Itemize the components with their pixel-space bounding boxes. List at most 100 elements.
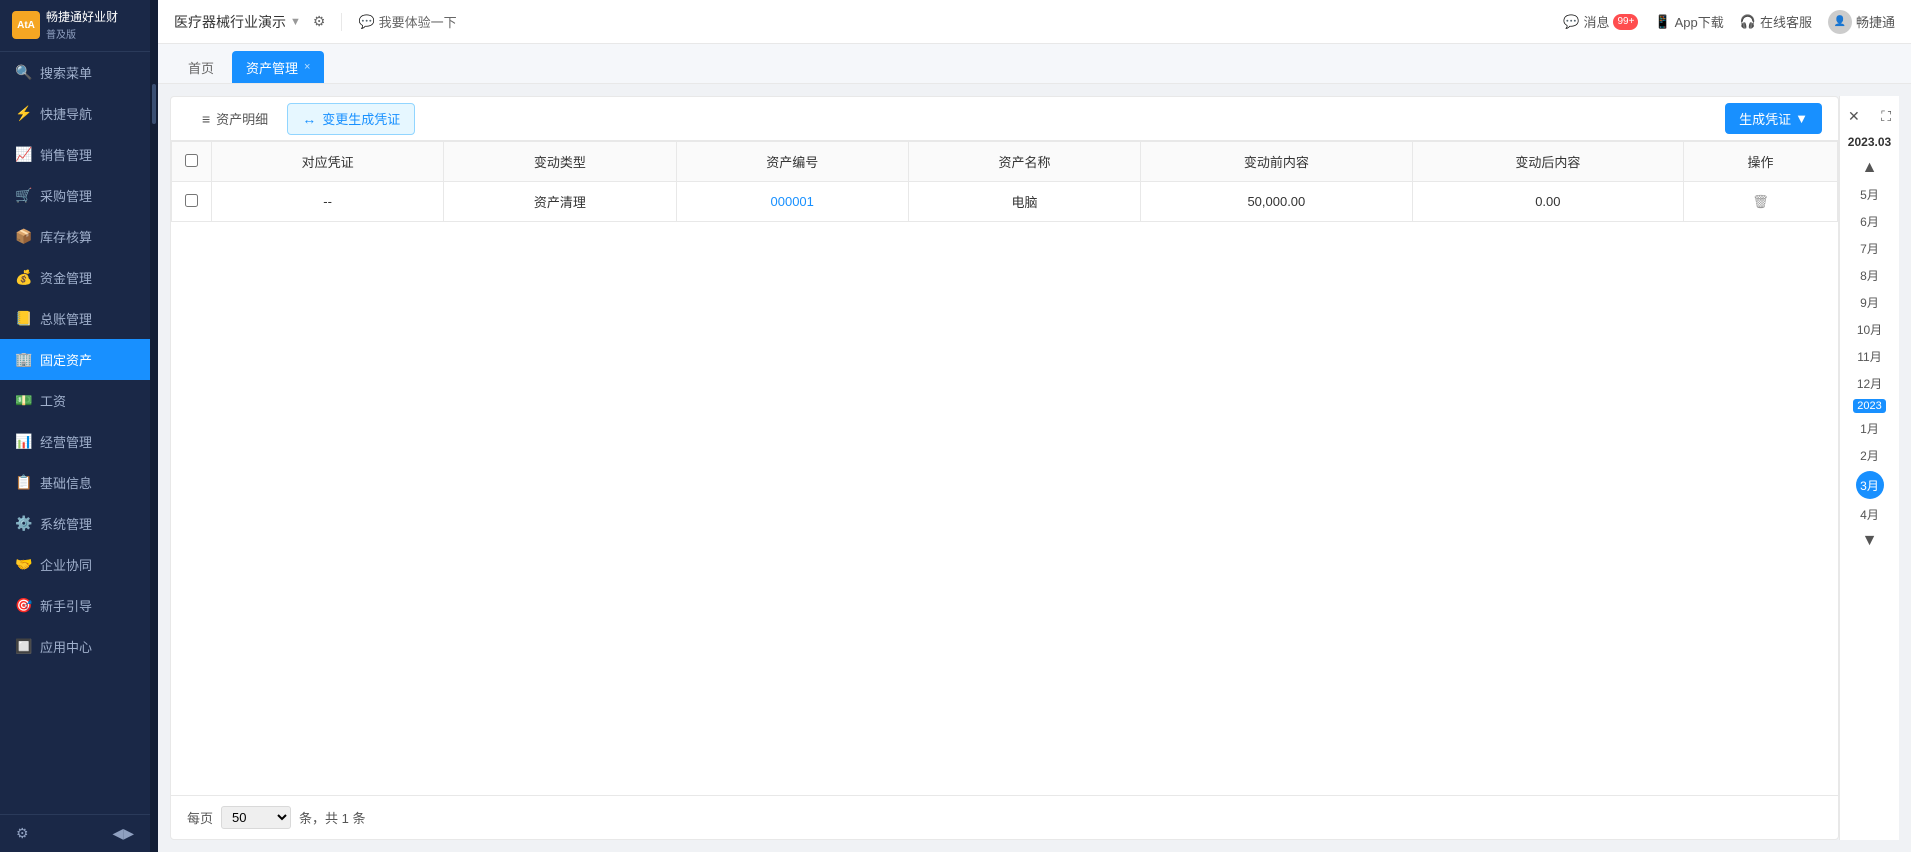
sidebar-item-inventory[interactable]: 📦 库存核算 [0,216,150,257]
sidebar-item-fixed-asset[interactable]: 🏢 固定资产 [0,339,150,380]
dropdown-icon[interactable]: ▼ [290,16,301,28]
sidebar-item-management[interactable]: 📊 经营管理 [0,421,150,462]
home-tab-label: 首页 [188,58,214,77]
subtab-change-voucher[interactable]: ↔ 变更生成凭证 [287,103,415,135]
guide-icon: 🎯 [16,597,32,613]
sidebar-item-label: 采购管理 [40,186,92,205]
panel-month-12[interactable]: 12月 [1840,370,1899,397]
messages-badge: 99+ [1613,14,1638,30]
sidebar-item-quick-nav[interactable]: ⚡ 快捷导航 [0,93,150,134]
company-name: 医疗器械行业演示 ▼ [174,12,301,32]
col-asset-name: 资产名称 [908,142,1140,182]
panel-month-10[interactable]: 10月 [1840,316,1899,343]
panel-controls: ✕ ⛶ [1840,104,1899,129]
topbar-right: 💬 消息 99+ 📱 App下载 🎧 在线客服 👤 畅捷通 [1563,10,1895,34]
user-info[interactable]: 👤 畅捷通 [1828,10,1895,34]
panel-month-1[interactable]: 1月 [1840,415,1899,442]
cell-change-type: 资产清理 [444,182,676,222]
sidebar-item-guide[interactable]: 🎯 新手引导 [0,585,150,626]
ledger-icon: 📒 [16,310,32,326]
sidebar-item-ledger[interactable]: 📒 总账管理 [0,298,150,339]
sidebar-scrollbar [150,0,158,852]
panel-year-badge: 2023 [1853,399,1885,413]
page-size-select[interactable]: 50 10 20 100 [221,806,291,829]
app-download-button[interactable]: 📱 App下载 [1654,12,1723,31]
management-icon: 📊 [16,433,32,449]
sidebar-footer: ⚙ ◀▶ [0,814,150,852]
table-footer: 每页 50 10 20 100 条，共 1 条 [171,795,1838,839]
select-all-checkbox[interactable] [185,154,198,167]
panel-month-4[interactable]: 4月 [1840,501,1899,528]
separator [341,13,342,31]
tab-close-icon[interactable]: × [304,61,310,73]
online-service-button[interactable]: 🎧 在线客服 [1740,12,1812,31]
panel-month-7[interactable]: 7月 [1840,235,1899,262]
delete-icon[interactable]: 🗑 [1752,194,1769,209]
table-wrapper: 对应凭证 变动类型 资产编号 资产名称 变动前内容 变动后内容 操作 [171,141,1838,795]
col-change-type: 变动类型 [444,142,676,182]
demo-icon: 💬 [358,14,374,30]
panel-month-8[interactable]: 8月 [1840,262,1899,289]
sidebar-item-label: 总账管理 [40,309,92,328]
panel-expand-button[interactable]: ⛶ [1881,108,1891,125]
sidebar-item-label: 快捷导航 [40,104,92,123]
sidebar-item-label: 系统管理 [40,514,92,533]
sidebar-item-sales[interactable]: 📈 销售管理 [0,134,150,175]
company-label: 医疗器械行业演示 [174,12,286,32]
table-header-select [172,142,212,182]
per-page-label: 每页 [187,808,213,827]
collapse-icon[interactable]: ◀▶ [112,825,134,842]
purchase-icon: 🛒 [16,187,32,203]
sidebar-item-app-center[interactable]: 🔲 应用中心 [0,626,150,667]
sidebar: AtA 畅捷通好业财 普及版 🔍 搜索菜单 ⚡ 快捷导航 📈 销售管理 🛒 采购… [0,0,150,852]
cell-asset-code[interactable]: 000001 [676,182,908,222]
active-tab-label: 资产管理 [246,58,298,77]
panel-close-button[interactable]: ✕ [1848,108,1860,125]
sidebar-item-basic-info[interactable]: 📋 基础信息 [0,462,150,503]
change-icon: ↔ [302,111,316,127]
panel-month-5[interactable]: 5月 [1840,181,1899,208]
sidebar-item-purchase[interactable]: 🛒 采购管理 [0,175,150,216]
col-action: 操作 [1684,142,1838,182]
panel-up-button[interactable]: ▲ [1858,155,1882,181]
sidebar-nav: 🔍 搜索菜单 ⚡ 快捷导航 📈 销售管理 🛒 采购管理 📦 库存核算 💰 资金管… [0,52,150,814]
download-icon: 📱 [1654,14,1670,30]
sidebar-item-payroll[interactable]: 💵 工资 [0,380,150,421]
quick-nav-icon: ⚡ [16,105,32,121]
fund-icon: 💰 [16,269,32,285]
message-icon: 💬 [1563,14,1579,30]
inventory-icon: 📦 [16,228,32,244]
scrollbar-thumb [152,84,156,124]
tab-asset-management[interactable]: 资产管理 × [232,51,324,83]
sidebar-item-label: 固定资产 [40,350,92,369]
panel-down-button[interactable]: ▼ [1858,528,1882,554]
sidebar-item-enterprise[interactable]: 🤝 企业协同 [0,544,150,585]
panel-year-label: 2023.03 [1848,129,1891,155]
settings-button[interactable]: ⚙ [313,13,326,30]
subtab-asset-detail[interactable]: ≡ 资产明细 [187,103,283,135]
settings-icon[interactable]: ⚙ [16,825,29,842]
tab-home[interactable]: 首页 [174,51,228,83]
app-name: 畅捷通好业财 [46,10,118,26]
row-checkbox[interactable] [185,194,198,207]
sidebar-item-system[interactable]: ⚙️ 系统管理 [0,503,150,544]
app-center-icon: 🔲 [16,638,32,654]
panel-month-3-current[interactable]: 3月 [1856,471,1884,499]
sidebar-item-search[interactable]: 🔍 搜索菜单 [0,52,150,93]
content-panel: ≡ 资产明细 ↔ 变更生成凭证 生成凭证 ▼ [170,96,1839,840]
app-version: 普及版 [46,26,118,41]
main-area: 医疗器械行业演示 ▼ ⚙ 💬 我要体验一下 💬 消息 99+ 📱 App下载 🎧… [158,0,1911,852]
sidebar-item-label: 应用中心 [40,637,92,656]
generate-voucher-button[interactable]: 生成凭证 ▼ [1725,103,1822,134]
messages-button[interactable]: 💬 消息 99+ [1563,12,1638,31]
panel-month-2[interactable]: 2月 [1840,442,1899,469]
tabbar: 首页 资产管理 × [158,44,1911,84]
panel-month-9[interactable]: 9月 [1840,289,1899,316]
panel-month-6[interactable]: 6月 [1840,208,1899,235]
demo-label[interactable]: 💬 我要体验一下 [358,12,456,31]
sidebar-item-fund[interactable]: 💰 资金管理 [0,257,150,298]
username: 畅捷通 [1856,12,1895,31]
cell-asset-name: 电脑 [908,182,1140,222]
panel-month-11[interactable]: 11月 [1840,343,1899,370]
avatar: 👤 [1828,10,1852,34]
